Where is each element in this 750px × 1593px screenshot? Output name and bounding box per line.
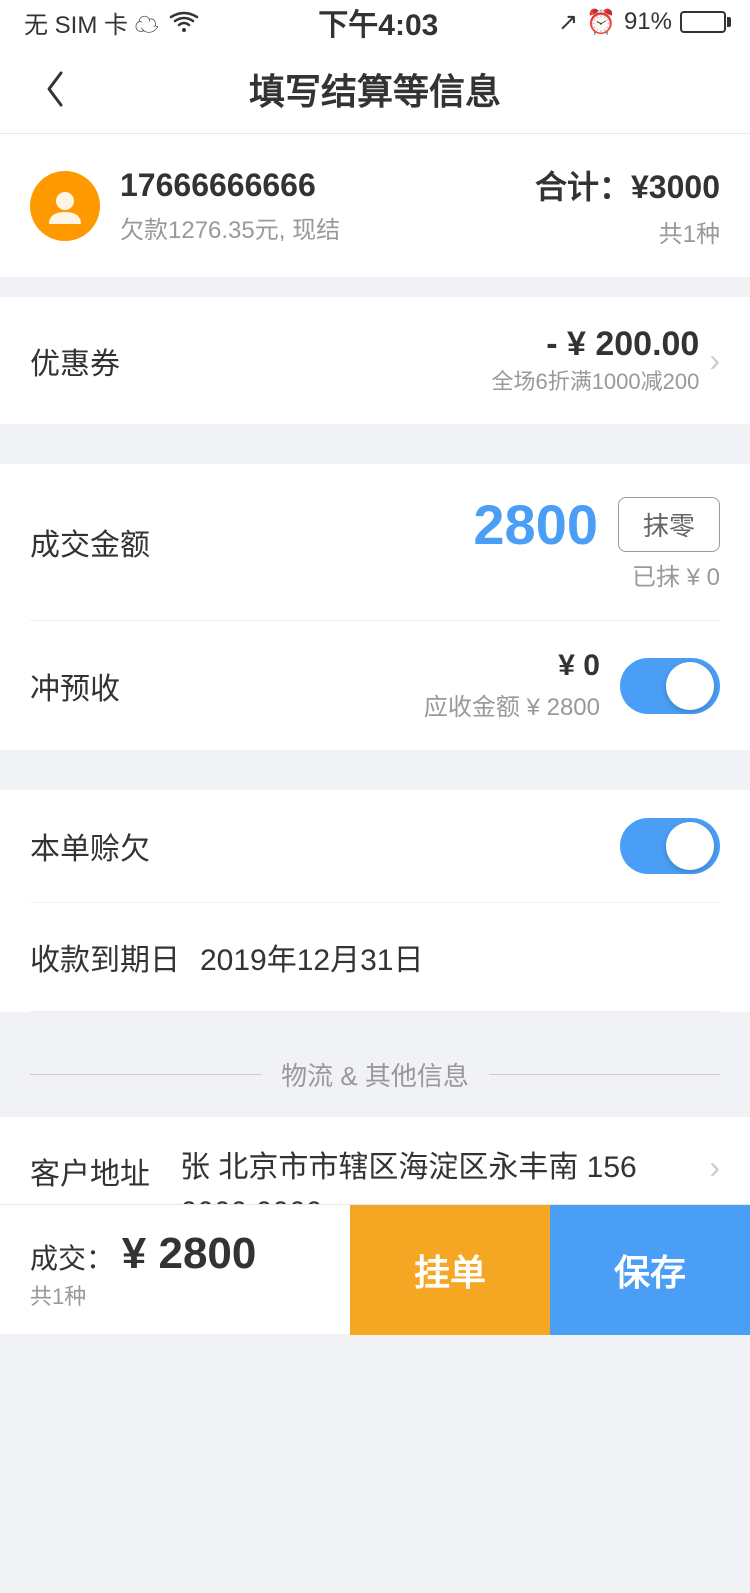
benji-section: 本单赊欠 收款到期日 2019年12月31日 bbox=[0, 790, 750, 1012]
toggle-knob bbox=[666, 662, 714, 710]
section-separator-2 bbox=[0, 770, 750, 790]
coupon-discount: - ¥ 200.00 bbox=[491, 325, 699, 364]
bottom-deal-amount: ¥ 2800 bbox=[122, 1229, 257, 1278]
chong-amounts: ¥ 0 应收金额 ¥ 2800 bbox=[424, 649, 600, 722]
customer-debt: 欠款1276.35元, 现结 bbox=[120, 210, 340, 245]
back-button[interactable] bbox=[30, 64, 80, 114]
chong-amount-value: ¥ 0 bbox=[424, 649, 600, 683]
total-amount: 合计：¥3000 bbox=[535, 162, 720, 208]
benji-toggle-knob bbox=[666, 822, 714, 870]
status-left: 无 SIM 卡 ☁ bbox=[24, 5, 199, 40]
nav-bar: 填写结算等信息 bbox=[0, 44, 750, 134]
customer-total: 合计：¥3000 共1种 bbox=[535, 162, 720, 249]
total-count: 共1种 bbox=[535, 214, 720, 249]
direction-icon: ↗ bbox=[558, 8, 578, 37]
wifi-icon bbox=[169, 11, 199, 33]
coupon-row[interactable]: 优惠券 - ¥ 200.00 全场6折满1000减200 › bbox=[0, 297, 750, 424]
address-label: 客户地址 bbox=[30, 1145, 150, 1193]
chong-label: 冲预收 bbox=[30, 664, 120, 708]
logistics-divider: 物流 & 其他信息 bbox=[0, 1032, 750, 1117]
customer-left: 17666666666 欠款1276.35元, 现结 bbox=[30, 167, 340, 245]
hang-single-button[interactable]: 挂单 bbox=[350, 1205, 550, 1335]
bottom-deal-count: 共1种 bbox=[30, 1279, 320, 1311]
deal-amount-section: 成交金额 2800 抹零 已抹 ¥ 0 冲预收 ¥ 0 应收金额 ¥ 2800 bbox=[0, 464, 750, 750]
battery-percent: 91% bbox=[624, 8, 672, 36]
page-title: 填写结算等信息 bbox=[80, 63, 670, 115]
status-time: 下午4:03 bbox=[318, 0, 438, 44]
alarm-icon: ⏰ bbox=[586, 8, 616, 37]
status-right: ↗ ⏰ 91% bbox=[558, 8, 726, 37]
benji-toggle[interactable] bbox=[620, 818, 720, 874]
avatar bbox=[30, 171, 100, 241]
benji-label: 本单赊欠 bbox=[30, 824, 150, 868]
coupon-right: - ¥ 200.00 全场6折满1000减200 › bbox=[491, 325, 720, 396]
customer-phone: 17666666666 bbox=[120, 167, 340, 204]
status-bar: 无 SIM 卡 ☁ 下午4:03 ↗ ⏰ 91% bbox=[0, 0, 750, 44]
chong-sub-text: 应收金额 ¥ 2800 bbox=[424, 687, 600, 722]
customer-info: 17666666666 欠款1276.35元, 现结 bbox=[120, 167, 340, 245]
bottom-deal-label: 成交： bbox=[30, 1243, 114, 1274]
deal-amount-sub: 已抹 ¥ 0 bbox=[473, 557, 720, 592]
bottom-deal-label-row: 成交： ¥ 2800 bbox=[30, 1229, 320, 1279]
content: 17666666666 欠款1276.35元, 现结 合计：¥3000 共1种 … bbox=[0, 134, 750, 1593]
deal-amount-value-row: 2800 抹零 bbox=[473, 492, 720, 557]
chong-right: ¥ 0 应收金额 ¥ 2800 bbox=[424, 649, 720, 722]
due-date-value: 2019年12月31日 bbox=[200, 935, 423, 979]
benji-row: 本单赊欠 bbox=[30, 790, 720, 903]
deal-amount-label: 成交金额 bbox=[30, 520, 150, 564]
battery-icon bbox=[680, 11, 726, 33]
logistics-text: 物流 & 其他信息 bbox=[281, 1056, 469, 1093]
bottom-bar: 成交： ¥ 2800 共1种 挂单 保存 bbox=[0, 1204, 750, 1334]
deal-amount-row: 成交金额 2800 抹零 已抹 ¥ 0 bbox=[30, 464, 720, 621]
chong-row: 冲预收 ¥ 0 应收金额 ¥ 2800 bbox=[30, 621, 720, 750]
coupon-label: 优惠券 bbox=[30, 339, 120, 383]
logistics-line-right bbox=[489, 1074, 720, 1075]
round-zero-button[interactable]: 抹零 bbox=[618, 497, 720, 552]
coupon-arrow-icon: › bbox=[709, 342, 720, 379]
due-date-row: 收款到期日 2019年12月31日 bbox=[30, 903, 720, 1012]
deal-amount-value: 2800 bbox=[473, 492, 598, 557]
coupon-desc: 全场6折满1000减200 bbox=[491, 364, 699, 396]
chong-toggle[interactable] bbox=[620, 658, 720, 714]
logistics-line-left bbox=[30, 1074, 261, 1075]
bottom-deal-info: 成交： ¥ 2800 共1种 bbox=[0, 1229, 350, 1311]
customer-card: 17666666666 欠款1276.35元, 现结 合计：¥3000 共1种 bbox=[0, 134, 750, 277]
sim-label: 无 SIM 卡 ☁ bbox=[24, 5, 159, 40]
address-arrow-icon: › bbox=[709, 1145, 720, 1186]
section-separator-1 bbox=[0, 444, 750, 464]
due-date-label: 收款到期日 bbox=[30, 935, 180, 979]
save-button[interactable]: 保存 bbox=[550, 1205, 750, 1335]
